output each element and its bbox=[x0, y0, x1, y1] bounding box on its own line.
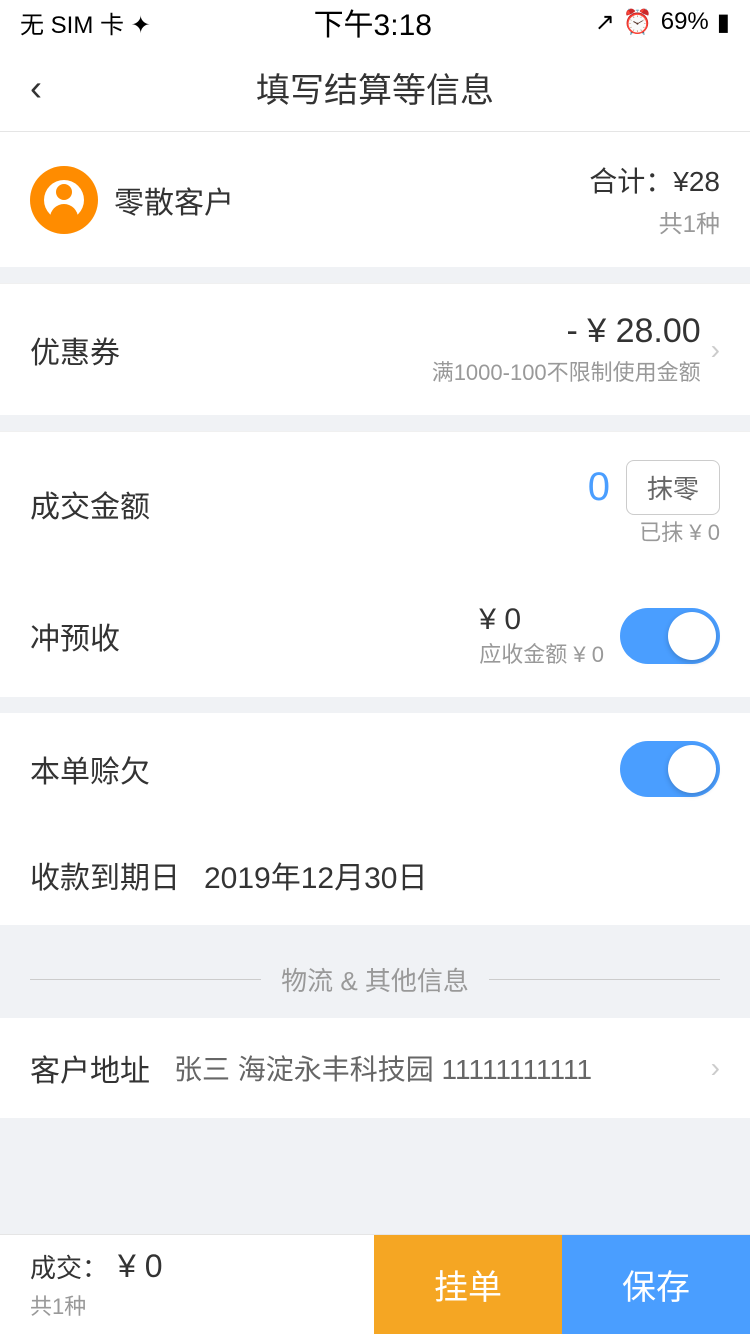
address-value: 张三 海淀永丰科技园 11111111111 bbox=[174, 1048, 711, 1088]
toggle-thumb bbox=[668, 612, 716, 660]
back-button[interactable]: ‹ bbox=[30, 67, 42, 109]
coupon-row[interactable]: 优惠券 - ¥ 28.00 满1000-100不限制使用金额 › bbox=[0, 283, 750, 415]
status-right: ↗ ⏰ 69% ▮ bbox=[595, 8, 730, 37]
due-date-value: 2019年12月30日 bbox=[204, 853, 427, 897]
hang-button-label: 挂单 bbox=[434, 1260, 502, 1309]
page-title: 填写结算等信息 bbox=[256, 63, 494, 112]
customer-name: 零散客户 bbox=[114, 178, 234, 222]
advance-row: 冲预收 ¥ 0 应收金额 ¥ 0 bbox=[0, 575, 750, 697]
deal-amount-label: 成交金额 bbox=[30, 482, 150, 526]
debit-section: 本单赊欠 收款到期日 2019年12月30日 bbox=[0, 713, 750, 925]
save-button[interactable]: 保存 bbox=[562, 1235, 750, 1334]
total-count: 共1种 bbox=[589, 204, 720, 239]
address-row[interactable]: 客户地址 张三 海淀永丰科技园 11111111111 › bbox=[0, 1018, 750, 1118]
address-chevron-right-icon: › bbox=[711, 1052, 720, 1084]
debit-toggle[interactable] bbox=[620, 741, 720, 797]
status-bar: 无 SIM 卡 ✦ 下午3:18 ↗ ⏰ 69% ▮ bbox=[0, 0, 750, 44]
logistics-header: 物流 & 其他信息 bbox=[0, 941, 750, 1018]
battery-icon: ▮ bbox=[717, 8, 730, 37]
address-section[interactable]: 客户地址 张三 海淀永丰科技园 11111111111 › bbox=[0, 1018, 750, 1118]
round-zero-button[interactable]: 抹零 bbox=[626, 460, 720, 515]
nav-bar: ‹ 填写结算等信息 bbox=[0, 44, 750, 132]
customer-left: 零散客户 bbox=[30, 166, 234, 234]
sim-status: 无 SIM 卡 ✦ bbox=[20, 5, 151, 40]
advance-sub: 应收金额 ¥ 0 bbox=[479, 637, 604, 669]
due-date-row: 收款到期日 2019年12月30日 bbox=[0, 825, 750, 925]
due-date-label: 收款到期日 bbox=[30, 853, 180, 897]
coupon-right: - ¥ 28.00 满1000-100不限制使用金额 › bbox=[432, 312, 720, 387]
status-left: 无 SIM 卡 ✦ bbox=[20, 5, 151, 40]
deal-amount-row: 成交金额 0 抹零 已抹 ¥ 0 bbox=[0, 431, 750, 575]
deal-amount-section: 成交金额 0 抹零 已抹 ¥ 0 冲预收 ¥ 0 应收金额 ¥ 0 bbox=[0, 431, 750, 697]
avatar-icon bbox=[44, 180, 84, 220]
status-time: 下午3:18 bbox=[314, 0, 432, 44]
advance-right: ¥ 0 应收金额 ¥ 0 bbox=[479, 603, 720, 669]
chevron-right-icon: › bbox=[711, 334, 720, 366]
bottom-bar: 成交： ¥ 0 共1种 挂单 保存 bbox=[0, 1234, 750, 1334]
alarm-icon: ⏰ bbox=[623, 8, 653, 37]
debit-row: 本单赊欠 bbox=[0, 713, 750, 825]
advance-amount: ¥ 0 bbox=[479, 603, 604, 637]
logistics-line-right bbox=[489, 979, 720, 980]
deal-amount-right: 0 抹零 bbox=[550, 460, 720, 515]
total-label: 合计：¥28 bbox=[589, 160, 720, 200]
deal-amount-input[interactable]: 0 bbox=[550, 465, 610, 510]
coupon-label: 优惠券 bbox=[30, 328, 120, 372]
debit-toggle-thumb bbox=[668, 745, 716, 793]
customer-row: 零散客户 合计：¥28 共1种 bbox=[0, 132, 750, 267]
customer-right: 合计：¥28 共1种 bbox=[589, 160, 720, 239]
coupon-desc: 满1000-100不限制使用金额 bbox=[432, 355, 701, 387]
logistics-title: 物流 & 其他信息 bbox=[281, 961, 469, 998]
advance-label: 冲预收 bbox=[30, 614, 120, 658]
bottom-deal-row: 成交： ¥ 0 bbox=[30, 1248, 344, 1285]
battery-level: 69% bbox=[661, 8, 709, 36]
bottom-count: 共1种 bbox=[30, 1289, 344, 1321]
coupon-section[interactable]: 优惠券 - ¥ 28.00 满1000-100不限制使用金额 › bbox=[0, 283, 750, 415]
debit-label: 本单赊欠 bbox=[30, 747, 150, 791]
bottom-deal-label: 成交： bbox=[30, 1248, 108, 1285]
customer-avatar bbox=[30, 166, 98, 234]
bottom-info: 成交： ¥ 0 共1种 bbox=[0, 1235, 374, 1334]
address-label: 客户地址 bbox=[30, 1046, 150, 1090]
deal-amount-sub: 已抹 ¥ 0 bbox=[550, 515, 720, 547]
logistics-line-left bbox=[30, 979, 261, 980]
coupon-amount: - ¥ 28.00 bbox=[432, 312, 701, 351]
save-button-label: 保存 bbox=[622, 1260, 690, 1309]
advance-toggle[interactable] bbox=[620, 608, 720, 664]
location-icon: ↗ bbox=[595, 8, 615, 37]
hang-button[interactable]: 挂单 bbox=[374, 1235, 562, 1334]
customer-section: 零散客户 合计：¥28 共1种 bbox=[0, 132, 750, 267]
bottom-deal-amount: ¥ 0 bbox=[118, 1248, 162, 1285]
